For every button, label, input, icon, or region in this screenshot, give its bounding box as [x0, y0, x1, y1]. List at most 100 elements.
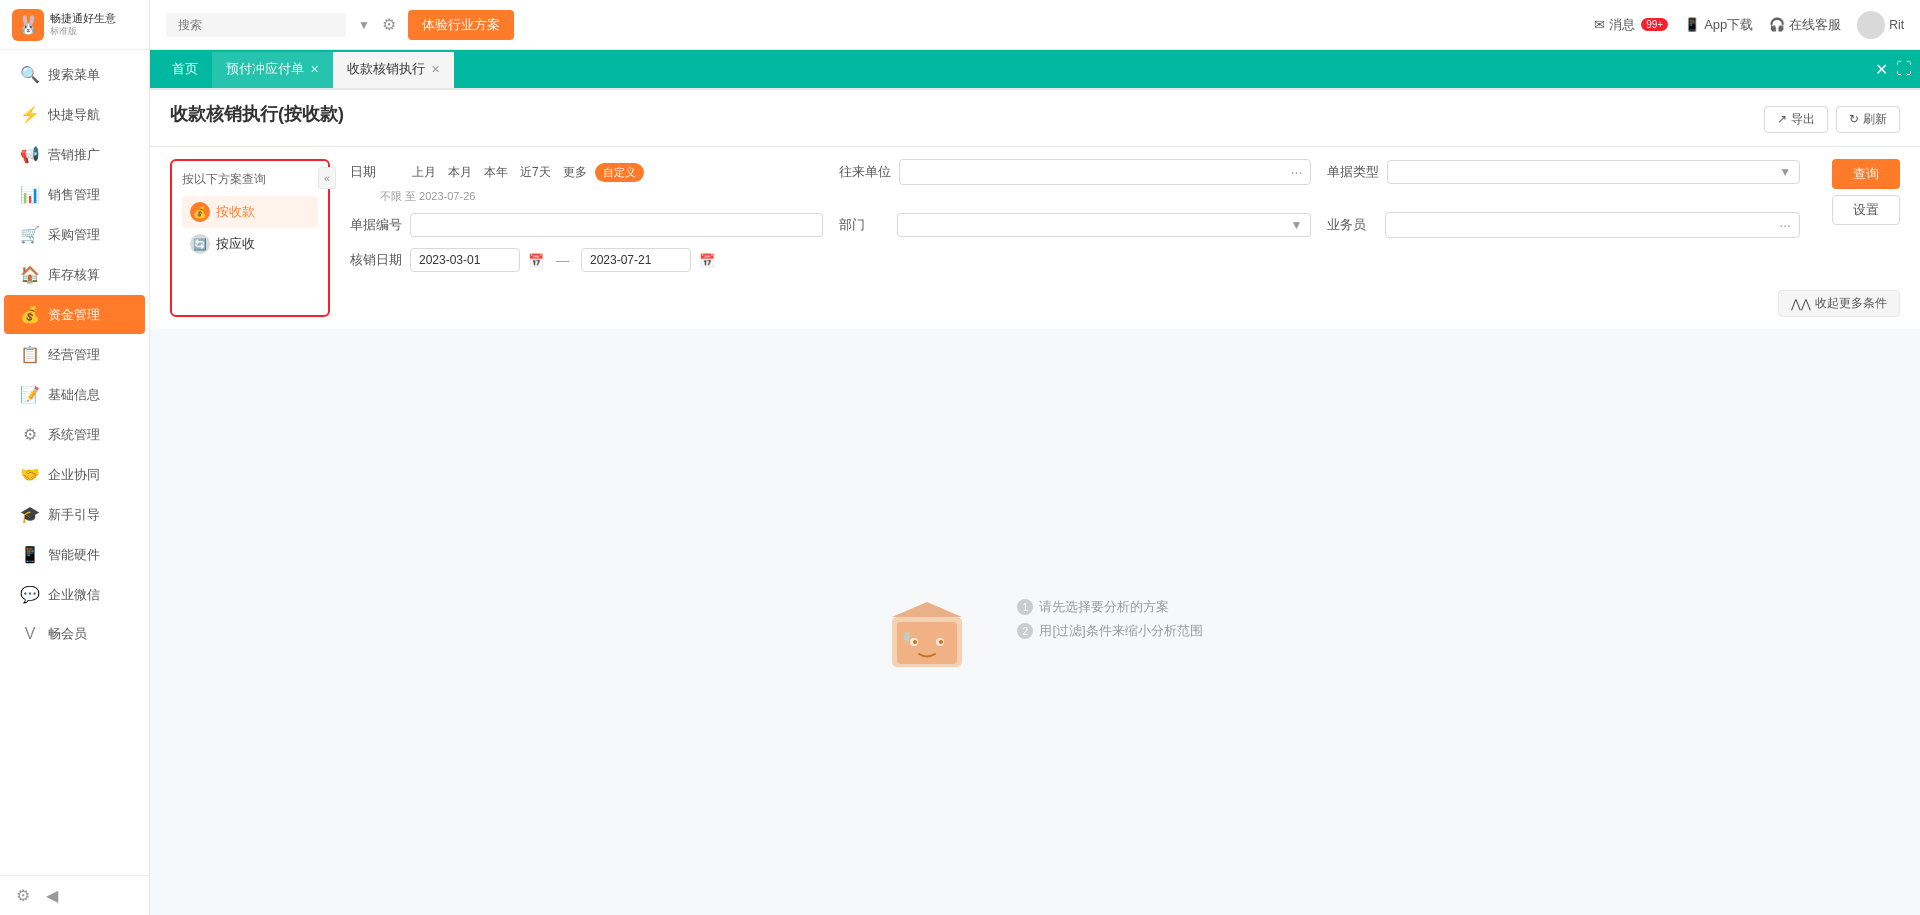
search-menu-icon: 🔍	[20, 65, 40, 84]
content-area: 1 请先选择要分析的方案 2 用[过滤]条件来缩小分析范围	[150, 329, 1920, 915]
page-header: 收款核销执行(按收款) ↗ 导出 ↻ 刷新	[150, 90, 1920, 147]
sidebar-item-hardware[interactable]: 📱 智能硬件	[4, 535, 145, 574]
sidebar-menu: 🔍 搜索菜单 ⚡ 快捷导航 📢 营销推广 📊 销售管理 🛒 采购管理 🏠 库存核…	[0, 50, 149, 875]
doc-type-select[interactable]: ▼	[1387, 160, 1800, 184]
solution-button[interactable]: 体验行业方案	[408, 10, 514, 40]
date-btn-7days[interactable]: 近7天	[516, 162, 555, 183]
sidebar-label-marketing: 营销推广	[48, 146, 100, 164]
svg-marker-2	[892, 602, 962, 617]
logo-icon: 🐰	[12, 9, 44, 41]
refresh-icon: ↻	[1849, 112, 1859, 126]
tab-collect-label: 收款核销执行	[347, 60, 425, 78]
tab-prepay[interactable]: 预付冲应付单 ✕	[212, 52, 333, 88]
collapse-filter-sidebar-button[interactable]: «	[318, 167, 336, 189]
staff-field: 业务员 ···	[1327, 212, 1800, 238]
collapse-more-icon: ⋀⋀	[1791, 297, 1811, 311]
topbar-dropdown-icon[interactable]: ▼	[358, 18, 370, 32]
sidebar-label-finance: 资金管理	[48, 306, 100, 324]
tab-home-label: 首页	[172, 60, 198, 78]
purchase-icon: 🛒	[20, 225, 40, 244]
app-download-button[interactable]: 📱 App下载	[1684, 16, 1753, 34]
online-service-button[interactable]: 🎧 在线客服	[1769, 16, 1841, 34]
topbar-right: ✉ 消息 99+ 📱 App下载 🎧 在线客服 Rit	[1594, 11, 1904, 39]
tab-prepay-close[interactable]: ✕	[310, 63, 319, 76]
export-button[interactable]: ↗ 导出	[1764, 106, 1828, 133]
filter-option-by-receivable[interactable]: 🔄 按应收	[182, 228, 318, 260]
marketing-icon: 📢	[20, 145, 40, 164]
doc-no-field: 单据编号	[350, 213, 823, 237]
date-btn-last-month[interactable]: 上月	[408, 162, 440, 183]
hardware-icon: 📱	[20, 545, 40, 564]
business-icon: 📋	[20, 345, 40, 364]
tab-expand-icon[interactable]: ⛶	[1896, 60, 1912, 79]
sidebar-label-member: 畅会员	[48, 625, 87, 643]
partner-dots-icon[interactable]: ···	[1291, 164, 1303, 180]
sidebar-label-corp: 企业协同	[48, 466, 100, 484]
sidebar-item-search-menu[interactable]: 🔍 搜索菜单	[4, 55, 145, 94]
sidebar-item-marketing[interactable]: 📢 营销推广	[4, 135, 145, 174]
sidebar-label-hardware: 智能硬件	[48, 546, 100, 564]
empty-tip-1: 1 请先选择要分析的方案	[1017, 598, 1202, 616]
filter-row-3: 核销日期 📅 — 📅	[350, 248, 1800, 272]
sidebar-item-basic-info[interactable]: 📝 基础信息	[4, 375, 145, 414]
query-btn-area: 查询 设置	[1832, 159, 1900, 225]
filter-option-by-receipt[interactable]: 💰 按收款	[182, 196, 318, 228]
sidebar-label-search-menu: 搜索菜单	[48, 66, 100, 84]
doc-type-dropdown-icon: ▼	[1779, 165, 1791, 179]
verify-date-end-input[interactable]	[581, 248, 691, 272]
sidebar-item-business[interactable]: 📋 经营管理	[4, 335, 145, 374]
tabs-bar: 首页 预付冲应付单 ✕ 收款核销执行 ✕ ✕ ⛶	[150, 50, 1920, 90]
collapse-sidebar-icon[interactable]: ◀	[46, 886, 58, 905]
empty-tip-2: 2 用[过滤]条件来缩小分析范围	[1017, 622, 1202, 640]
doc-no-input[interactable]	[410, 213, 823, 237]
sidebar-item-quick-nav[interactable]: ⚡ 快捷导航	[4, 95, 145, 134]
date-label: 日期	[350, 163, 400, 181]
guide-icon: 🎓	[20, 505, 40, 524]
sidebar-item-sales[interactable]: 📊 销售管理	[4, 175, 145, 214]
system-icon: ⚙	[20, 425, 40, 444]
collapse-more-button[interactable]: ⋀⋀ 收起更多条件	[1778, 290, 1900, 317]
settings-bottom-icon[interactable]: ⚙	[16, 886, 30, 905]
sidebar-item-finance[interactable]: 💰 资金管理	[4, 295, 145, 334]
topbar: ▼ ⚙ 体验行业方案 ✉ 消息 99+ 📱 App下载 🎧 在线客服 Rit	[150, 0, 1920, 50]
sidebar-item-corp[interactable]: 🤝 企业协同	[4, 455, 145, 494]
staff-dots-icon[interactable]: ···	[1779, 217, 1791, 233]
empty-tips: 1 请先选择要分析的方案 2 用[过滤]条件来缩小分析范围	[1017, 598, 1202, 646]
topbar-gear-icon[interactable]: ⚙	[382, 15, 396, 34]
date-btn-more[interactable]: 更多	[559, 162, 591, 183]
refresh-button[interactable]: ↻ 刷新	[1836, 106, 1900, 133]
date-quick-buttons: 上月 本月 本年 近7天 更多 自定义	[408, 162, 644, 183]
sidebar-item-wechat[interactable]: 💬 企业微信	[4, 575, 145, 614]
calendar-icon-start[interactable]: 📅	[528, 253, 544, 268]
online-service-label: 在线客服	[1789, 16, 1841, 34]
sidebar-item-member[interactable]: V 畅会员	[4, 615, 145, 653]
filter-form: 日期 上月 本月 本年 近7天 更多 自定义	[350, 159, 1900, 317]
sidebar-item-purchase[interactable]: 🛒 采购管理	[4, 215, 145, 254]
tab-collect-close[interactable]: ✕	[431, 63, 440, 76]
query-button[interactable]: 查询	[1832, 159, 1900, 189]
empty-illustration	[867, 562, 987, 682]
sidebar-item-system[interactable]: ⚙ 系统管理	[4, 415, 145, 454]
sidebar-item-guide[interactable]: 🎓 新手引导	[4, 495, 145, 534]
user-area[interactable]: Rit	[1857, 11, 1904, 39]
page-title: 收款核销执行(按收款)	[170, 102, 344, 126]
dept-select[interactable]: ▼	[897, 213, 1312, 237]
collapse-more-label: 收起更多条件	[1815, 295, 1887, 312]
doc-type-field: 单据类型 ▼	[1327, 160, 1800, 184]
topbar-search-input[interactable]	[166, 13, 346, 37]
calendar-icon-end[interactable]: 📅	[699, 253, 715, 268]
message-button[interactable]: ✉ 消息 99+	[1594, 16, 1668, 34]
date-btn-custom[interactable]: 自定义	[595, 163, 644, 182]
settings-button[interactable]: 设置	[1832, 195, 1900, 225]
tab-home[interactable]: 首页	[158, 52, 212, 88]
sidebar-label-system: 系统管理	[48, 426, 100, 444]
tab-collect[interactable]: 收款核销执行 ✕	[333, 52, 454, 88]
tab-close-all-icon[interactable]: ✕	[1875, 60, 1888, 79]
date-btn-this-year[interactable]: 本年	[480, 162, 512, 183]
by-receipt-icon: 💰	[190, 202, 210, 222]
sidebar-item-inventory[interactable]: 🏠 库存核算	[4, 255, 145, 294]
verify-date-start-input[interactable]	[410, 248, 520, 272]
service-icon: 🎧	[1769, 17, 1785, 32]
wechat-icon: 💬	[20, 585, 40, 604]
date-btn-this-month[interactable]: 本月	[444, 162, 476, 183]
